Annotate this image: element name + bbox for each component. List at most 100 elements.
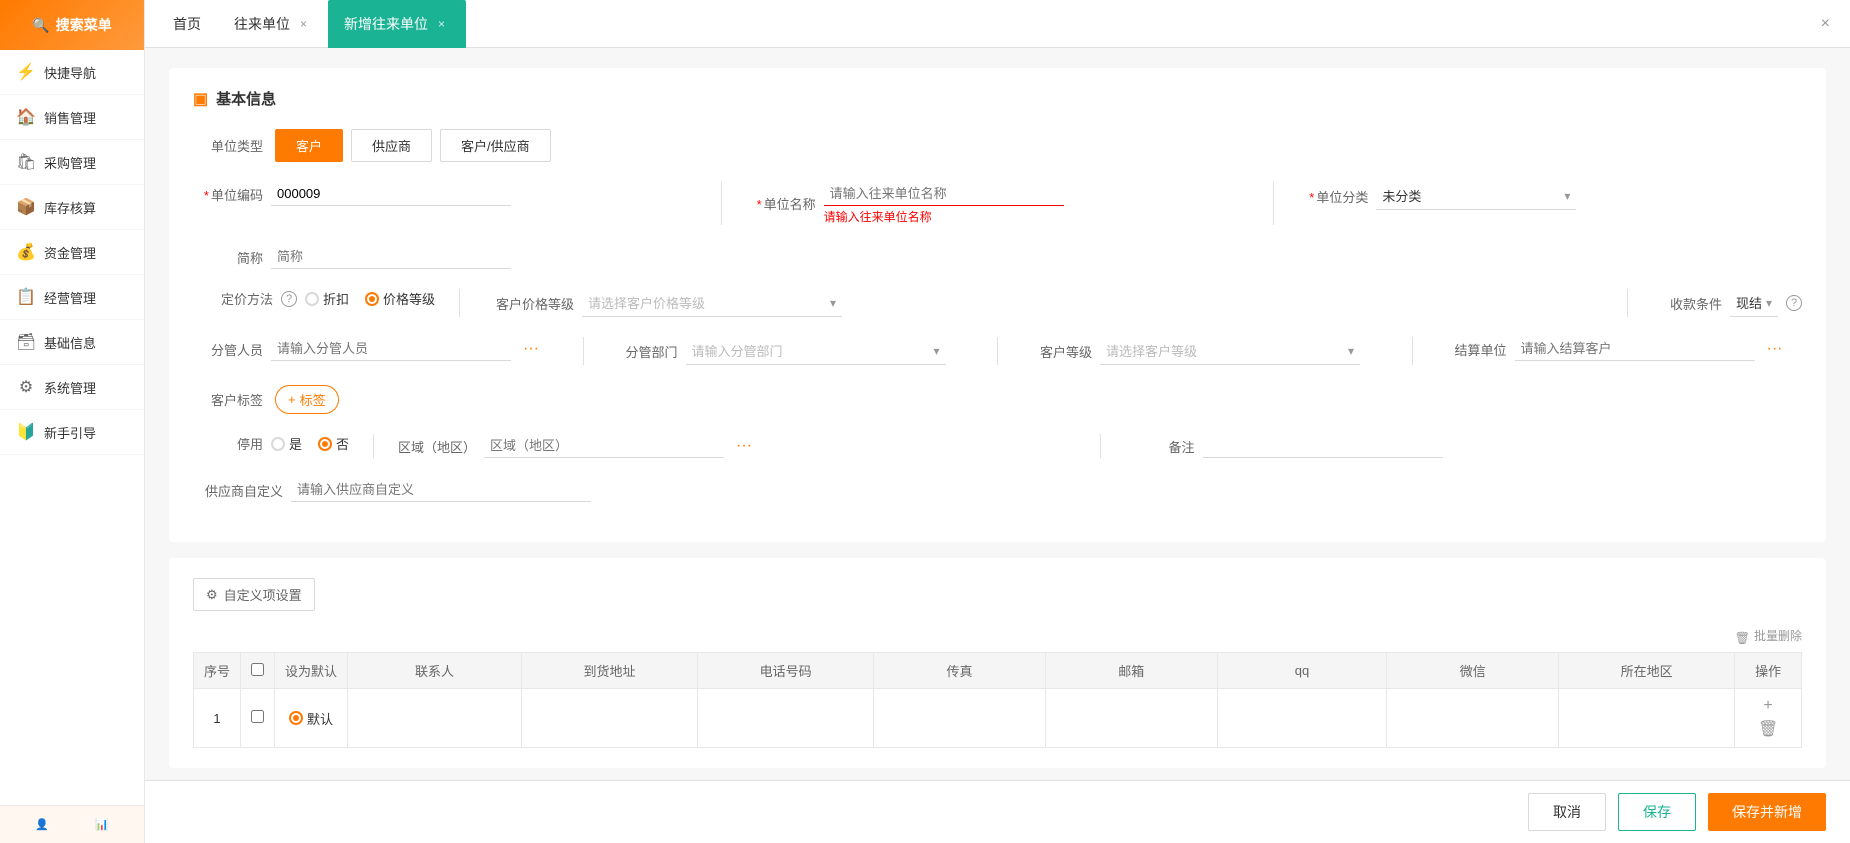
supplier-custom-row: 供应商自定义 (193, 478, 1802, 502)
region-input[interactable] (484, 434, 724, 458)
row-region-input[interactable] (1569, 711, 1724, 726)
sidebar-item-finance[interactable]: 💰 资金管理 (0, 230, 144, 275)
sidebar-item-system[interactable]: ⚙ 系统管理 (0, 365, 144, 410)
tab-partner-new-label: 新增往来单位 (344, 14, 428, 34)
short-name-input[interactable] (271, 245, 511, 269)
divider9 (1100, 434, 1101, 458)
tag-label: 客户标签 (193, 390, 263, 409)
unit-category-select[interactable]: 未分类 ▾ (1376, 182, 1576, 210)
col-default: 设为默认 (275, 653, 348, 689)
tab-partner-list[interactable]: 往来单位 × (218, 0, 328, 48)
sidebar-item-label: 基础信息 (44, 333, 96, 352)
sidebar-item-inventory[interactable]: 📦 库存核算 (0, 185, 144, 230)
user-icon[interactable]: 👤 (35, 818, 49, 831)
radio-yes[interactable]: 是 (271, 434, 302, 453)
row-action-cell: + 🗑 (1735, 689, 1802, 748)
batch-delete-button[interactable]: 批量删除 (1754, 627, 1802, 644)
row-contact (348, 689, 522, 748)
add-tag-button[interactable]: + 标签 (275, 385, 339, 414)
sidebar-item-label: 资金管理 (44, 243, 96, 262)
cancel-button[interactable]: 取消 (1528, 793, 1606, 831)
customer-price-level-label: 客户价格等级 (484, 294, 574, 313)
row-default-radio[interactable]: 默认 (285, 709, 337, 728)
inventory-icon: 📦 (16, 197, 36, 217)
department-placeholder: 请输入分管部门 (692, 341, 783, 360)
table-body: 1 默认 (194, 689, 1802, 748)
manager-row: 分管人员 ··· 分管部门 请输入分管部门 ▾ 客户等级 请选择客户等级 (193, 337, 1802, 365)
supplier-custom-label: 供应商自定义 (193, 481, 283, 500)
search-icon: 🔍 (32, 17, 49, 34)
unit-type-both-button[interactable]: 客户/供应商 (440, 129, 551, 162)
save-and-new-button[interactable]: 保存并新增 (1708, 793, 1826, 831)
remark-label: 备注 (1125, 437, 1195, 456)
row-email-input[interactable] (1056, 711, 1207, 726)
sidebar-item-sales[interactable]: 🏠 销售管理 (0, 95, 144, 140)
row-qq-input[interactable] (1228, 711, 1377, 726)
customer-price-level-select[interactable]: 请选择客户价格等级 ▾ (582, 289, 842, 317)
row-delete-button[interactable]: 🗑 (1754, 717, 1782, 741)
customer-level-label: 客户等级 (1022, 342, 1092, 361)
sidebar-item-basic[interactable]: 🗃 基础信息 (0, 320, 144, 365)
sidebar: 🔍 搜索菜单 ⚡ 快捷导航 🏠 销售管理 🛍 采购管理 📦 库存核算 💰 资金管… (0, 0, 145, 843)
footer-bar: 取消 保存 保存并新增 (145, 780, 1850, 843)
row-email (1045, 689, 1217, 748)
sidebar-footer: 👤 📊 (0, 805, 144, 843)
tab-partner-list-close[interactable]: × (296, 16, 311, 32)
pricing-method-label: 定价方法 (193, 289, 273, 308)
disable-radio-group: 是 否 (271, 434, 349, 453)
settlement-more-button[interactable]: ··· (1763, 340, 1787, 358)
region-more-button[interactable]: ··· (732, 437, 756, 455)
sidebar-header[interactable]: 🔍 搜索菜单 (0, 0, 144, 50)
form-container: ▣ 基本信息 单位类型 客户 供应商 客户/供应商 *单位编码 (145, 48, 1850, 780)
unit-name-input[interactable] (824, 182, 1064, 206)
row-add-button[interactable]: + (1759, 695, 1776, 717)
section-title: ▣ 基本信息 (193, 88, 1802, 109)
sidebar-item-purchase[interactable]: 🛍 采购管理 (0, 140, 144, 185)
payment-terms-select[interactable]: 现结 ▾ (1730, 289, 1778, 317)
tab-partner-new[interactable]: 新增往来单位 × (328, 0, 466, 48)
radio-price-level[interactable]: 价格等级 (365, 289, 435, 308)
radio-no[interactable]: 否 (318, 434, 349, 453)
save-button[interactable]: 保存 (1618, 793, 1696, 831)
row-address-input[interactable] (532, 711, 687, 726)
remark-input[interactable] (1203, 434, 1443, 458)
select-all-checkbox[interactable] (251, 663, 264, 676)
row-checkbox[interactable] (251, 710, 264, 723)
settlement-input[interactable] (1515, 337, 1755, 361)
row-default-radio-circle (289, 711, 303, 725)
plus-icon: + (288, 392, 296, 407)
department-select[interactable]: 请输入分管部门 ▾ (686, 337, 946, 365)
sidebar-item-quicknav[interactable]: ⚡ 快捷导航 (0, 50, 144, 95)
supplier-custom-input[interactable] (291, 478, 591, 502)
tab-home[interactable]: 首页 (157, 0, 218, 48)
col-seq: 序号 (194, 653, 241, 689)
sidebar-item-guide[interactable]: 🔰 新手引导 (0, 410, 144, 455)
unit-type-supplier-button[interactable]: 供应商 (351, 129, 432, 162)
row-phone-input[interactable] (708, 711, 863, 726)
payment-terms-help-icon[interactable]: ? (1786, 295, 1802, 311)
tab-partner-new-close[interactable]: × (434, 16, 449, 32)
divider7 (1412, 337, 1413, 365)
operation-icon: 📋 (16, 287, 36, 307)
pricing-help-icon[interactable]: ? (281, 291, 297, 307)
customer-level-select[interactable]: 请选择客户等级 ▾ (1100, 337, 1360, 365)
manager-input[interactable] (271, 337, 511, 361)
sidebar-item-operation[interactable]: 📋 经营管理 (0, 275, 144, 320)
row-fax-input[interactable] (884, 711, 1035, 726)
row-wechat-input[interactable] (1397, 711, 1548, 726)
unit-code-input[interactable] (271, 182, 511, 206)
close-all-tabs-button[interactable]: × (1813, 11, 1838, 37)
manager-more-button[interactable]: ··· (519, 340, 543, 358)
row-fax (874, 689, 1046, 748)
col-fax: 传真 (874, 653, 1046, 689)
radio-discount[interactable]: 折扣 (305, 289, 349, 308)
batch-delete-icon: 🗑 (1735, 631, 1750, 645)
custom-settings-button[interactable]: ⚙ 自定义项设置 (193, 578, 315, 611)
row-contact-input[interactable] (358, 711, 511, 726)
unit-type-customer-button[interactable]: 客户 (275, 129, 343, 162)
contact-table: 序号 设为默认 联系人 到货地址 电话号码 传真 邮箱 qq 微信 所在地区 操… (193, 652, 1802, 748)
sales-icon: 🏠 (16, 107, 36, 127)
stats-icon[interactable]: 📊 (95, 818, 109, 831)
unit-name-group: *单位名称 请输入往来单位名称 (746, 182, 1250, 225)
finance-icon: 💰 (16, 242, 36, 262)
